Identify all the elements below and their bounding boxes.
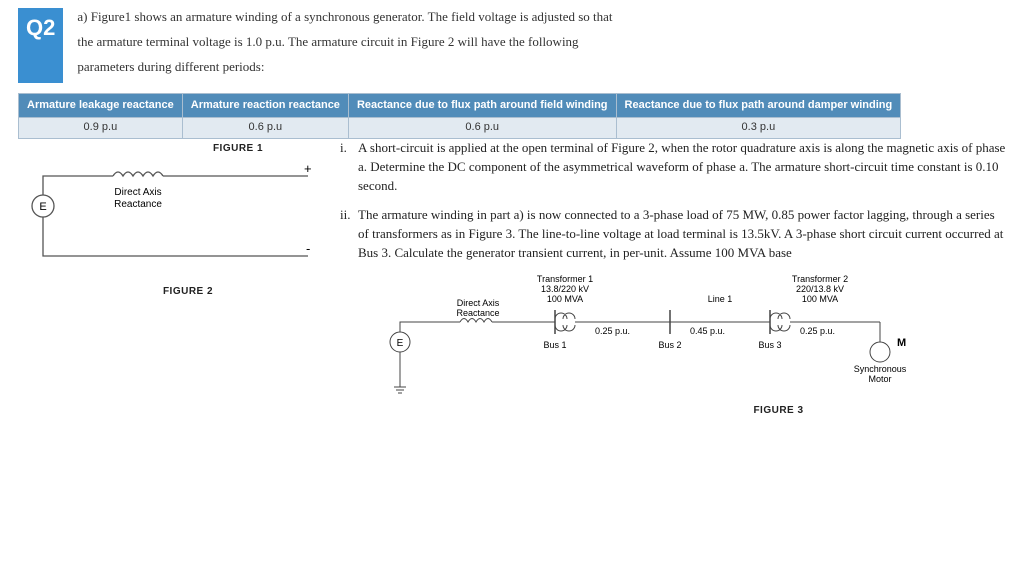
figure3-diagram: E M Direct Axis Reactance Transformer 1 … xyxy=(370,272,1007,402)
fig3-direct-axis: Direct Axis xyxy=(457,298,500,308)
t2-v: 220/13.8 kV xyxy=(796,284,844,294)
td-damper: 0.3 p.u xyxy=(616,118,901,139)
th-damper: Reactance due to flux path around damper… xyxy=(616,93,901,118)
item-i: i. A short-circuit is applied at the ope… xyxy=(340,139,1007,196)
fig3-reactance: Reactance xyxy=(456,308,499,318)
motor-l1: Synchronous xyxy=(854,364,907,374)
t1-title: Transformer 1 xyxy=(537,274,593,284)
figure2-diagram: E + - Direct Axis Reactance FIGURE 2 xyxy=(18,161,328,291)
t2-title: Transformer 2 xyxy=(792,274,848,284)
direct-axis-label: Direct Axis xyxy=(114,187,161,198)
t2-x: 0.25 p.u. xyxy=(800,326,835,336)
intro-l1: a) Figure1 shows an armature winding of … xyxy=(77,8,1007,27)
figure1-label: FIGURE 1 xyxy=(148,142,328,157)
line1: Line 1 xyxy=(708,294,733,304)
td-field: 0.6 p.u xyxy=(348,118,616,139)
source-E-label: E xyxy=(39,201,46,213)
item-i-number: i. xyxy=(340,139,358,196)
question-items: i. A short-circuit is applied at the ope… xyxy=(340,139,1007,262)
minus-terminal: - xyxy=(306,241,310,256)
parameter-table: Armature leakage reactance Armature reac… xyxy=(18,93,901,140)
motor-l2: Motor xyxy=(868,374,891,384)
plus-terminal: + xyxy=(304,161,312,176)
t1-mva: 100 MVA xyxy=(547,294,583,304)
intro-l2: the armature terminal voltage is 1.0 p.u… xyxy=(77,33,1007,52)
bus1: Bus 1 xyxy=(543,340,566,350)
reactance-label: Reactance xyxy=(114,199,162,210)
item-i-text: A short-circuit is applied at the open t… xyxy=(358,139,1007,196)
table-value-row: 0.9 p.u 0.6 p.u 0.6 p.u 0.3 p.u xyxy=(19,118,901,139)
intro-text: a) Figure1 shows an armature winding of … xyxy=(77,8,1007,83)
t2-mva: 100 MVA xyxy=(802,294,838,304)
t1-v: 13.8/220 kV xyxy=(541,284,589,294)
line-x: 0.45 p.u. xyxy=(690,326,725,336)
th-leakage: Armature leakage reactance xyxy=(19,93,183,118)
intro-l3: parameters during different periods: xyxy=(77,58,1007,77)
t1-x: 0.25 p.u. xyxy=(595,326,630,336)
item-ii-number: ii. xyxy=(340,206,358,263)
bus2: Bus 2 xyxy=(658,340,681,350)
table-header-row: Armature leakage reactance Armature reac… xyxy=(19,93,901,118)
th-reaction: Armature reaction reactance xyxy=(182,93,348,118)
item-ii: ii. The armature winding in part a) is n… xyxy=(340,206,1007,263)
bus3: Bus 3 xyxy=(758,340,781,350)
item-ii-text: The armature winding in part a) is now c… xyxy=(358,206,1007,263)
th-field: Reactance due to flux path around field … xyxy=(348,93,616,118)
fig3-E: E xyxy=(397,338,404,349)
td-leakage: 0.9 p.u xyxy=(19,118,183,139)
fig3-M: M xyxy=(897,337,906,349)
td-reaction: 0.6 p.u xyxy=(182,118,348,139)
figure3-label: FIGURE 3 xyxy=(550,404,1007,419)
question-number-badge: Q2 xyxy=(18,8,63,83)
